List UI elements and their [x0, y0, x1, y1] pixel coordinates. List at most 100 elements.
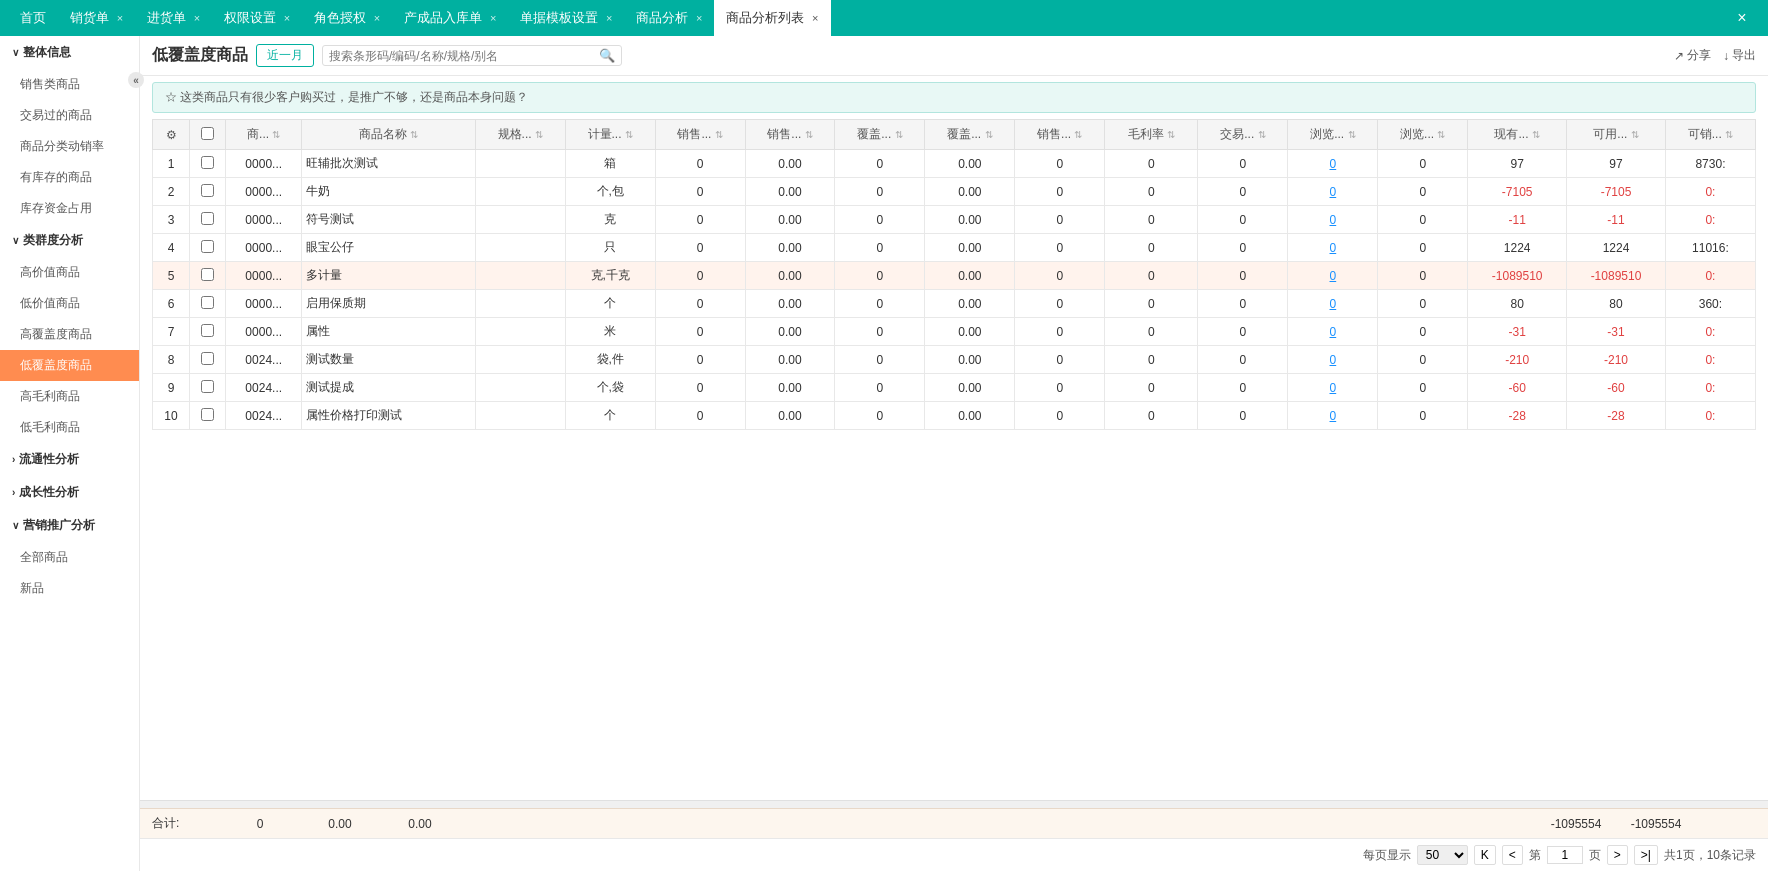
row-browse1[interactable]: 0 [1288, 374, 1378, 402]
row-browse1[interactable]: 0 [1288, 262, 1378, 290]
row-checkbox-cell[interactable] [190, 346, 226, 374]
nav-sales-close[interactable]: × [117, 12, 123, 24]
row-checkbox[interactable] [201, 296, 214, 309]
row-checkbox-cell[interactable] [190, 150, 226, 178]
col-spec[interactable]: 规格... ⇅ [475, 120, 565, 150]
col-unit[interactable]: 计量... ⇅ [565, 120, 655, 150]
row-checkbox[interactable] [201, 352, 214, 365]
table-row[interactable]: 8 0024... 测试数量 袋,件 0 0.00 0 0.00 0 0 0 0… [153, 346, 1756, 374]
row-browse1[interactable]: 0 [1288, 206, 1378, 234]
sidebar-item-high-profit[interactable]: 高毛利商品 [0, 381, 139, 412]
table-row[interactable]: 5 0000... 多计量 克,千克 0 0.00 0 0.00 0 0 0 0… [153, 262, 1756, 290]
row-checkbox[interactable] [201, 324, 214, 337]
col-browse1[interactable]: 浏览... ⇅ [1288, 120, 1378, 150]
nav-goods-analysis-list-close[interactable]: × [812, 12, 818, 24]
sidebar-item-in-stock[interactable]: 有库存的商品 [0, 162, 139, 193]
table-row[interactable]: 9 0024... 测试提成 个,袋 0 0.00 0 0.00 0 0 0 0… [153, 374, 1756, 402]
row-checkbox-cell[interactable] [190, 374, 226, 402]
row-checkbox[interactable] [201, 380, 214, 393]
row-checkbox[interactable] [201, 240, 214, 253]
col-code[interactable]: 商... ⇅ [226, 120, 302, 150]
page-size-select[interactable]: 20 50 100 200 [1417, 845, 1468, 865]
select-all-checkbox[interactable] [201, 127, 214, 140]
row-checkbox-cell[interactable] [190, 234, 226, 262]
nav-templates-close[interactable]: × [606, 12, 612, 24]
row-checkbox-cell[interactable] [190, 318, 226, 346]
sidebar-item-category-rate[interactable]: 商品分类动销率 [0, 131, 139, 162]
table-row[interactable]: 6 0000... 启用保质期 个 0 0.00 0 0.00 0 0 0 0 … [153, 290, 1756, 318]
sidebar-section-overall[interactable]: « ∨ 整体信息 [0, 36, 139, 69]
page-number-input[interactable] [1547, 846, 1583, 864]
prev-page-button[interactable]: < [1502, 845, 1523, 865]
search-icon[interactable]: 🔍 [599, 48, 615, 63]
col-name[interactable]: 商品名称 ⇅ [302, 120, 476, 150]
col-browse2[interactable]: 浏览... ⇅ [1378, 120, 1468, 150]
row-browse1[interactable]: 0 [1288, 178, 1378, 206]
col-checkbox[interactable] [190, 120, 226, 150]
nav-templates[interactable]: 单据模板设置 × [508, 0, 624, 36]
row-browse1[interactable]: 0 [1288, 346, 1378, 374]
col-sales-qty[interactable]: 销售... ⇅ [655, 120, 745, 150]
row-checkbox-cell[interactable] [190, 290, 226, 318]
row-checkbox[interactable] [201, 212, 214, 225]
col-settings[interactable]: ⚙ [153, 120, 190, 150]
nav-goods-analysis-list[interactable]: 商品分析列表 × [714, 0, 830, 36]
sidebar-item-capital[interactable]: 库存资金占用 [0, 193, 139, 224]
sidebar-item-low-profit[interactable]: 低毛利商品 [0, 412, 139, 443]
col-sales-amount[interactable]: 销售... ⇅ [745, 120, 835, 150]
sidebar-item-sales-goods[interactable]: 销售类商品 [0, 69, 139, 100]
nav-roles[interactable]: 角色授权 × [302, 0, 392, 36]
table-row[interactable]: 2 0000... 牛奶 个,包 0 0.00 0 0.00 0 0 0 0 0… [153, 178, 1756, 206]
nav-permissions[interactable]: 权限设置 × [212, 0, 302, 36]
table-row[interactable]: 10 0024... 属性价格打印测试 个 0 0.00 0 0.00 0 0 … [153, 402, 1756, 430]
nav-goods-analysis[interactable]: 商品分析 × [624, 0, 714, 36]
sidebar-section-growth[interactable]: › 成长性分析 [0, 476, 139, 509]
table-row[interactable]: 4 0000... 眼宝公仔 只 0 0.00 0 0.00 0 0 0 0 0… [153, 234, 1756, 262]
row-checkbox-cell[interactable] [190, 402, 226, 430]
row-browse1[interactable]: 0 [1288, 234, 1378, 262]
col-saleable[interactable]: 可销... ⇅ [1665, 120, 1755, 150]
col-trade[interactable]: 交易... ⇅ [1198, 120, 1288, 150]
sidebar-item-high-coverage[interactable]: 高覆盖度商品 [0, 319, 139, 350]
first-page-button[interactable]: K [1474, 845, 1496, 865]
nav-goods-analysis-close[interactable]: × [696, 12, 702, 24]
nav-home[interactable]: 首页 [8, 0, 58, 36]
row-checkbox-cell[interactable] [190, 262, 226, 290]
nav-permissions-close[interactable]: × [284, 12, 290, 24]
nav-inventory-close[interactable]: × [490, 12, 496, 24]
export-button[interactable]: ↓ 导出 [1723, 47, 1756, 64]
sidebar-item-all-goods[interactable]: 全部商品 [0, 542, 139, 573]
sidebar-section-marketing[interactable]: ∨ 营销推广分析 [0, 509, 139, 542]
row-browse1[interactable]: 0 [1288, 290, 1378, 318]
share-button[interactable]: ↗ 分享 [1674, 47, 1711, 64]
row-browse1[interactable]: 0 [1288, 402, 1378, 430]
sidebar-collapse-icon[interactable]: « [128, 72, 140, 88]
search-input[interactable] [329, 49, 599, 63]
nav-purchase[interactable]: 进货单 × [135, 0, 212, 36]
row-checkbox[interactable] [201, 268, 214, 281]
table-row[interactable]: 3 0000... 符号测试 克 0 0.00 0 0.00 0 0 0 0 0… [153, 206, 1756, 234]
col-sales2[interactable]: 销售... ⇅ [1015, 120, 1105, 150]
row-checkbox[interactable] [201, 184, 214, 197]
row-browse1[interactable]: 0 [1288, 150, 1378, 178]
sidebar-item-high-value[interactable]: 高价值商品 [0, 257, 139, 288]
col-available[interactable]: 可用... ⇅ [1567, 120, 1666, 150]
col-gross-rate[interactable]: 毛利率 ⇅ [1105, 120, 1198, 150]
nav-purchase-close[interactable]: × [194, 12, 200, 24]
sidebar-section-cluster[interactable]: ∨ 类群度分析 [0, 224, 139, 257]
nav-inventory[interactable]: 产成品入库单 × [392, 0, 508, 36]
sidebar-item-new-goods[interactable]: 新品 [0, 573, 139, 604]
horizontal-scrollbar[interactable] [140, 800, 1768, 808]
next-page-button[interactable]: > [1607, 845, 1628, 865]
window-close-button[interactable]: × [1724, 0, 1760, 36]
sidebar-item-low-value[interactable]: 低价值商品 [0, 288, 139, 319]
col-cov1[interactable]: 覆盖... ⇅ [835, 120, 925, 150]
row-checkbox[interactable] [201, 156, 214, 169]
table-row[interactable]: 7 0000... 属性 米 0 0.00 0 0.00 0 0 0 0 0 -… [153, 318, 1756, 346]
sidebar-item-low-coverage[interactable]: 低覆盖度商品 [0, 350, 139, 381]
row-checkbox-cell[interactable] [190, 178, 226, 206]
sidebar-item-traded-goods[interactable]: 交易过的商品 [0, 100, 139, 131]
row-browse1[interactable]: 0 [1288, 318, 1378, 346]
last-page-button[interactable]: >| [1634, 845, 1658, 865]
col-current[interactable]: 现有... ⇅ [1468, 120, 1567, 150]
